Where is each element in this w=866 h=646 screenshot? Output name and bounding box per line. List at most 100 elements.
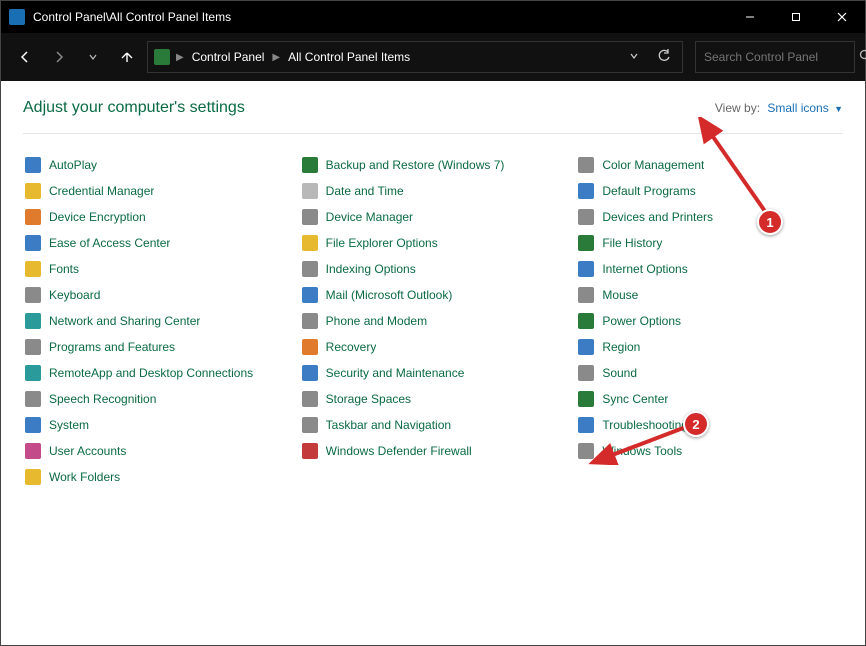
- item-icon: [302, 339, 318, 355]
- recent-dropdown[interactable]: [79, 43, 107, 71]
- item-icon: [578, 365, 594, 381]
- item-label: Mail (Microsoft Outlook): [326, 288, 453, 302]
- forward-button[interactable]: [45, 43, 73, 71]
- app-icon: [9, 9, 25, 25]
- search-icon[interactable]: [859, 49, 866, 65]
- control-panel-item[interactable]: Windows Tools: [576, 438, 843, 464]
- item-icon: [25, 339, 41, 355]
- control-panel-item[interactable]: Work Folders: [23, 464, 290, 490]
- item-icon: [578, 417, 594, 433]
- up-button[interactable]: [113, 43, 141, 71]
- control-panel-item[interactable]: Color Management: [576, 152, 843, 178]
- control-panel-item[interactable]: Power Options: [576, 308, 843, 334]
- control-panel-item[interactable]: Windows Defender Firewall: [300, 438, 567, 464]
- item-label: Fonts: [49, 262, 79, 276]
- control-panel-item[interactable]: Phone and Modem: [300, 308, 567, 334]
- control-panel-item[interactable]: Sync Center: [576, 386, 843, 412]
- control-panel-item[interactable]: Region: [576, 334, 843, 360]
- view-by-label: View by:: [715, 101, 760, 115]
- control-panel-item[interactable]: File History: [576, 230, 843, 256]
- control-panel-item[interactable]: Device Encryption: [23, 204, 290, 230]
- search-box[interactable]: [695, 41, 855, 73]
- back-button[interactable]: [11, 43, 39, 71]
- control-panel-item[interactable]: Devices and Printers: [576, 204, 843, 230]
- item-label: Sync Center: [602, 392, 668, 406]
- item-icon: [578, 183, 594, 199]
- control-panel-item[interactable]: RemoteApp and Desktop Connections: [23, 360, 290, 386]
- chevron-right-icon[interactable]: ▶: [272, 52, 280, 63]
- item-label: Default Programs: [602, 184, 695, 198]
- control-panel-item[interactable]: Programs and Features: [23, 334, 290, 360]
- view-by: View by: Small icons ▼: [715, 101, 843, 115]
- item-icon: [578, 339, 594, 355]
- chevron-right-icon[interactable]: ▶: [176, 52, 184, 63]
- breadcrumb-root[interactable]: Control Panel: [190, 48, 267, 66]
- item-label: Color Management: [602, 158, 704, 172]
- control-panel-item[interactable]: Keyboard: [23, 282, 290, 308]
- item-label: Keyboard: [49, 288, 100, 302]
- control-panel-item[interactable]: Sound: [576, 360, 843, 386]
- item-icon: [302, 443, 318, 459]
- item-label: Programs and Features: [49, 340, 175, 354]
- address-icon: [154, 49, 170, 65]
- titlebar[interactable]: Control Panel\All Control Panel Items: [1, 1, 865, 33]
- item-icon: [302, 365, 318, 381]
- control-panel-item[interactable]: Credential Manager: [23, 178, 290, 204]
- navbar: ▶ Control Panel ▶ All Control Panel Item…: [1, 33, 865, 81]
- item-icon: [25, 443, 41, 459]
- control-panel-item[interactable]: Storage Spaces: [300, 386, 567, 412]
- item-label: Phone and Modem: [326, 314, 427, 328]
- control-panel-item[interactable]: Internet Options: [576, 256, 843, 282]
- control-panel-item[interactable]: Security and Maintenance: [300, 360, 567, 386]
- control-panel-item[interactable]: Device Manager: [300, 204, 567, 230]
- content-area: Adjust your computer's settings View by:…: [1, 81, 865, 645]
- control-panel-item[interactable]: Mouse: [576, 282, 843, 308]
- item-icon: [302, 261, 318, 277]
- control-panel-item[interactable]: Backup and Restore (Windows 7): [300, 152, 567, 178]
- item-label: Windows Defender Firewall: [326, 444, 472, 458]
- control-panel-item[interactable]: Speech Recognition: [23, 386, 290, 412]
- item-icon: [25, 365, 41, 381]
- item-label: File History: [602, 236, 662, 250]
- chevron-down-icon: ▼: [834, 104, 843, 114]
- item-label: User Accounts: [49, 444, 126, 458]
- item-label: Credential Manager: [49, 184, 154, 198]
- search-input[interactable]: [704, 50, 859, 64]
- item-icon: [25, 235, 41, 251]
- item-label: System: [49, 418, 89, 432]
- control-panel-item[interactable]: Troubleshooting: [576, 412, 843, 438]
- item-icon: [578, 209, 594, 225]
- item-icon: [25, 157, 41, 173]
- window-controls: [727, 1, 865, 33]
- control-panel-item[interactable]: Default Programs: [576, 178, 843, 204]
- address-bar[interactable]: ▶ Control Panel ▶ All Control Panel Item…: [147, 41, 683, 73]
- control-panel-item[interactable]: Date and Time: [300, 178, 567, 204]
- control-panel-item[interactable]: Ease of Access Center: [23, 230, 290, 256]
- item-label: Security and Maintenance: [326, 366, 465, 380]
- control-panel-item[interactable]: File Explorer Options: [300, 230, 567, 256]
- control-panel-item[interactable]: Taskbar and Navigation: [300, 412, 567, 438]
- control-panel-item[interactable]: Network and Sharing Center: [23, 308, 290, 334]
- item-label: Backup and Restore (Windows 7): [326, 158, 505, 172]
- view-by-dropdown[interactable]: Small icons ▼: [767, 101, 843, 115]
- item-label: Region: [602, 340, 640, 354]
- item-label: AutoPlay: [49, 158, 97, 172]
- control-panel-item[interactable]: Mail (Microsoft Outlook): [300, 282, 567, 308]
- breadcrumb-current[interactable]: All Control Panel Items: [286, 48, 412, 66]
- control-panel-item[interactable]: Indexing Options: [300, 256, 567, 282]
- item-icon: [25, 209, 41, 225]
- item-icon: [302, 157, 318, 173]
- item-label: Power Options: [602, 314, 681, 328]
- close-button[interactable]: [819, 1, 865, 33]
- items-grid: AutoPlay Backup and Restore (Windows 7) Co…: [23, 152, 843, 490]
- control-panel-item[interactable]: System: [23, 412, 290, 438]
- control-panel-item[interactable]: Fonts: [23, 256, 290, 282]
- refresh-button[interactable]: [652, 49, 676, 66]
- address-history-dropdown[interactable]: [622, 50, 646, 64]
- maximize-button[interactable]: [773, 1, 819, 33]
- control-panel-item[interactable]: User Accounts: [23, 438, 290, 464]
- control-panel-item[interactable]: Recovery: [300, 334, 567, 360]
- minimize-button[interactable]: [727, 1, 773, 33]
- item-icon: [578, 157, 594, 173]
- control-panel-item[interactable]: AutoPlay: [23, 152, 290, 178]
